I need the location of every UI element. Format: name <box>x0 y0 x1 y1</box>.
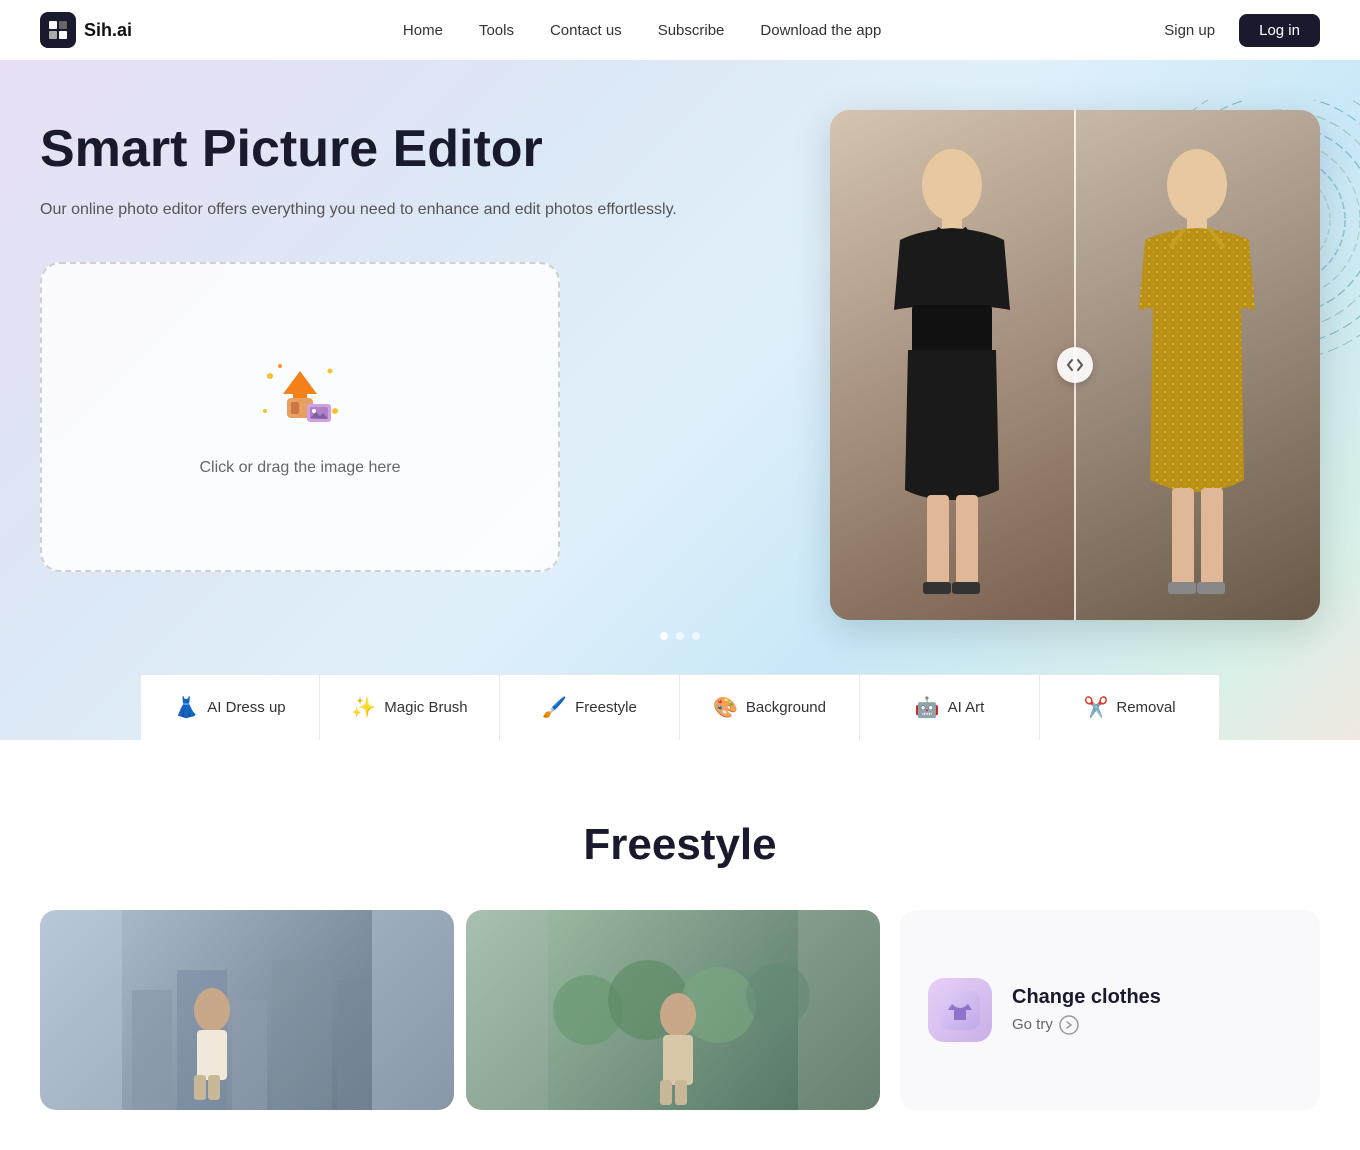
freestyle-feature-card: Change clothes Go try <box>900 910 1320 1110</box>
freestyle-image-2 <box>466 910 880 1110</box>
freestyle-images <box>40 910 880 1110</box>
carousel-dot-2[interactable] <box>676 632 684 640</box>
carousel-dots <box>660 632 700 640</box>
tool-bar: 👗 AI Dress up ✨ Magic Brush 🖌️ Freestyle… <box>0 674 1360 740</box>
nav-tools[interactable]: Tools <box>479 22 514 39</box>
go-try-button[interactable]: Go try <box>1012 1015 1079 1035</box>
removal-icon: ✂️ <box>1083 695 1108 720</box>
nav-contact[interactable]: Contact us <box>550 22 622 39</box>
main-nav: Home Tools Contact us Subscribe Download… <box>403 22 881 39</box>
change-clothes-icon <box>928 978 992 1042</box>
sign-up-button[interactable]: Sign up <box>1152 14 1227 47</box>
tool-ai-dress-up[interactable]: 👗 AI Dress up <box>140 674 320 740</box>
freestyle-image-1 <box>40 910 454 1110</box>
freestyle-icon: 🖌️ <box>542 695 567 720</box>
tool-label-removal: Removal <box>1116 699 1175 716</box>
background-icon: 🎨 <box>713 695 738 720</box>
tool-freestyle[interactable]: 🖌️ Freestyle <box>500 674 680 740</box>
hero-title: Smart Picture Editor <box>40 120 700 180</box>
carousel-dot-1[interactable] <box>660 632 668 640</box>
preview-after <box>1075 110 1320 620</box>
tool-background[interactable]: 🎨 Background <box>680 674 860 740</box>
tool-label-magic-brush: Magic Brush <box>384 699 467 716</box>
divider-handle[interactable] <box>1057 347 1093 383</box>
hero-section: Smart Picture Editor Our online photo ed… <box>0 60 1360 740</box>
logo-text: Sih.ai <box>84 20 132 41</box>
go-try-label: Go try <box>1012 1016 1053 1033</box>
tool-label-ai-art: AI Art <box>948 699 985 716</box>
go-try-arrow-icon <box>1059 1015 1079 1035</box>
nav-home[interactable]: Home <box>403 22 443 39</box>
header-actions: Sign up Log in <box>1152 14 1320 47</box>
freestyle-card-content: Change clothes Go try <box>1012 986 1161 1035</box>
upload-icon <box>255 356 345 441</box>
tool-magic-brush[interactable]: ✨ Magic Brush <box>320 674 500 740</box>
freestyle-section-title: Freestyle <box>40 820 1320 870</box>
hero-content: Smart Picture Editor Our online photo ed… <box>40 60 700 572</box>
upload-instruction: Click or drag the image here <box>200 459 401 477</box>
upload-dropzone[interactable]: Click or drag the image here <box>40 262 560 572</box>
log-in-button[interactable]: Log in <box>1239 14 1320 47</box>
tool-label-background: Background <box>746 699 826 716</box>
hero-subtitle: Our online photo editor offers everythin… <box>40 198 700 222</box>
nav-subscribe[interactable]: Subscribe <box>658 22 725 39</box>
tool-label-freestyle: Freestyle <box>575 699 637 716</box>
ai-art-icon: 🤖 <box>915 695 940 720</box>
preview-comparison <box>830 110 1320 620</box>
header: Sih.ai Home Tools Contact us Subscribe D… <box>0 0 1360 60</box>
freestyle-grid: Change clothes Go try <box>40 910 1320 1110</box>
logo-icon <box>40 12 76 48</box>
magic-brush-icon: ✨ <box>351 695 376 720</box>
tool-ai-art[interactable]: 🤖 AI Art <box>860 674 1040 740</box>
freestyle-section: Freestyle <box>0 740 1360 1150</box>
tool-label-ai-dress-up: AI Dress up <box>207 699 285 716</box>
ai-dress-up-icon: 👗 <box>174 695 199 720</box>
tool-removal[interactable]: ✂️ Removal <box>1040 674 1220 740</box>
carousel-dot-3[interactable] <box>692 632 700 640</box>
nav-download[interactable]: Download the app <box>760 22 881 39</box>
preview-before <box>830 110 1075 620</box>
logo[interactable]: Sih.ai <box>40 12 132 48</box>
change-clothes-title: Change clothes <box>1012 986 1161 1009</box>
